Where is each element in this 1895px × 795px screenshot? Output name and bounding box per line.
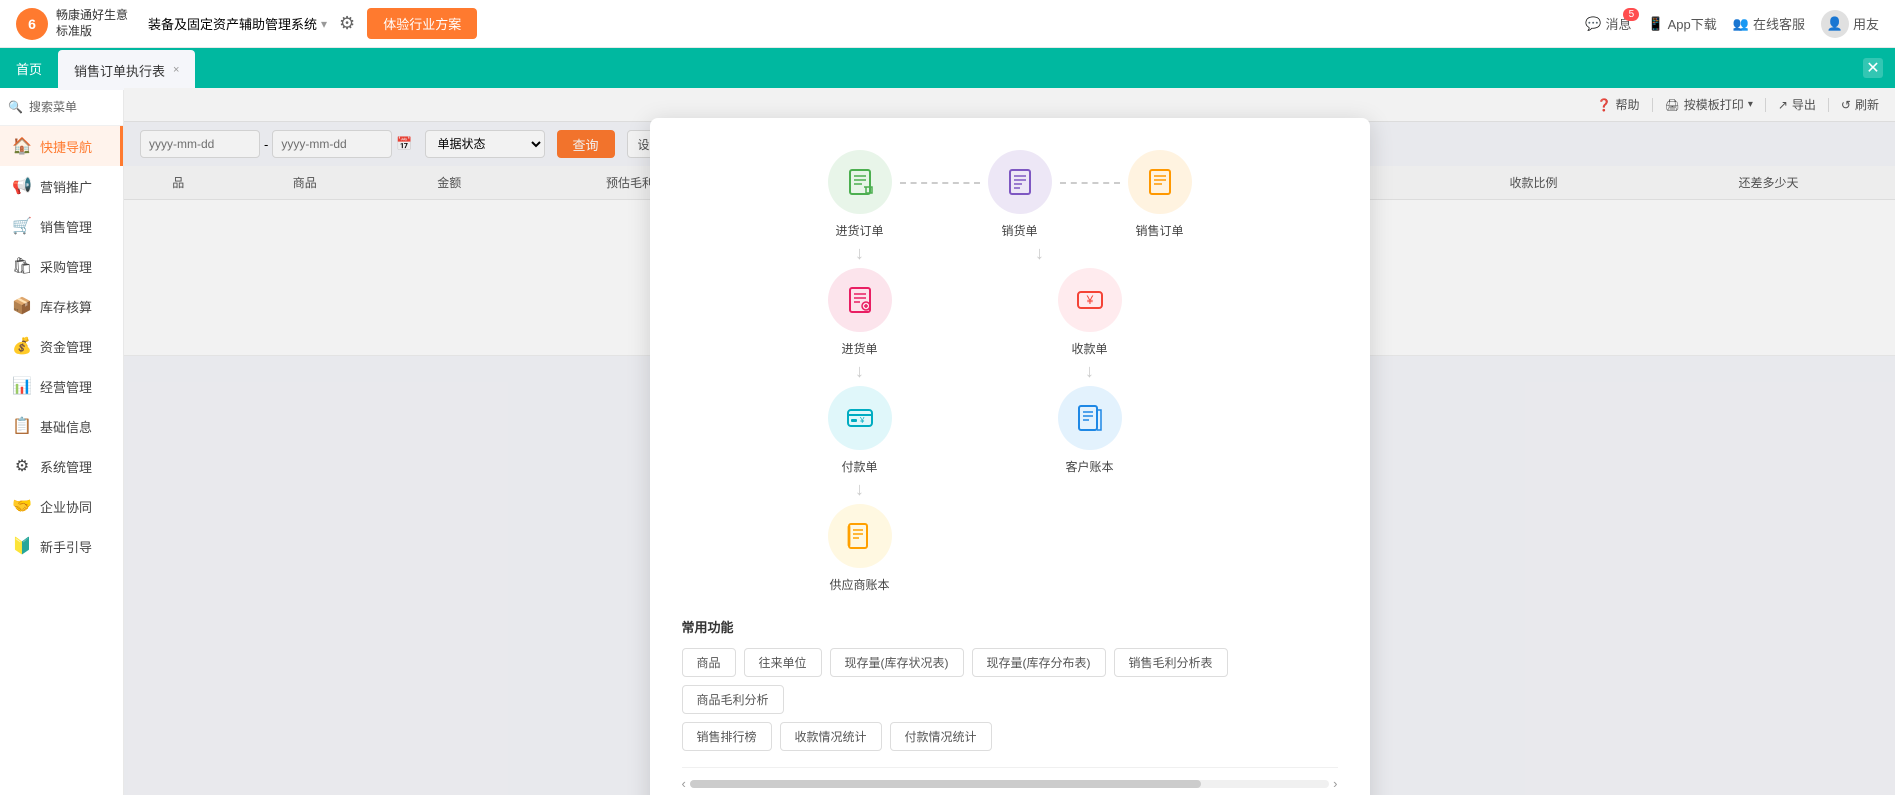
dashed-arrow-2	[1060, 182, 1120, 184]
message-icon: 💬	[1585, 16, 1601, 32]
scroll-hint: ‹ ›	[682, 767, 1338, 791]
tab-sales-order[interactable]: 销售订单执行表 ×	[58, 50, 195, 90]
arrow-down-4: ↓	[1035, 243, 1044, 264]
arrow-down-3: ↓	[855, 479, 864, 500]
purchase-bill-circle	[828, 268, 892, 332]
func-btn-stock-dist[interactable]: 现存量(库存分布表)	[972, 648, 1106, 677]
sidebar-item-quick-nav[interactable]: 🏠 快捷导航	[0, 126, 123, 166]
func-btn-receipt-stats[interactable]: 收款情况统计	[780, 722, 882, 751]
purchase-order-circle	[828, 150, 892, 214]
scroll-left-icon[interactable]: ‹	[682, 776, 686, 791]
modal-overlay[interactable]: 进货订单 ↓ 进货单 ↓	[124, 88, 1895, 795]
func-btn-stock-status[interactable]: 现存量(库存状况表)	[830, 648, 964, 677]
sidebar: 🔍 搜索菜单 🏠 快捷导航 📢 营销推广 🛒 销售管理 🛍 采购管理 📦 库存核…	[0, 88, 124, 795]
message-action[interactable]: 💬 消息 5	[1585, 14, 1631, 33]
header-right: 💬 消息 5 📱 App下载 👥 在线客服 👤 用友	[1585, 10, 1879, 38]
inventory-icon: 📦	[12, 296, 32, 316]
sidebar-item-newbie[interactable]: 🔰 新手引导	[0, 526, 123, 566]
payment-circle: ¥	[828, 386, 892, 450]
common-funcs-title: 常用功能	[682, 617, 1338, 636]
sidebar-search[interactable]: 🔍 搜索菜单	[0, 88, 123, 126]
quick-nav-icon: 🏠	[12, 136, 32, 156]
svg-text:¥: ¥	[859, 416, 865, 425]
system-icon: ⚙	[12, 456, 32, 476]
flow-item-purchase-order[interactable]: 进货订单	[820, 150, 900, 239]
scroll-bar-inner	[690, 780, 1201, 788]
supplier-ledger-circle	[828, 504, 892, 568]
basic-info-icon: 📋	[12, 416, 32, 436]
online-service-action[interactable]: 👥 在线客服	[1733, 14, 1805, 33]
dashed-arrow-1	[900, 182, 980, 184]
finance-icon: 💰	[12, 336, 32, 356]
app-download-action[interactable]: 📱 App下载	[1647, 14, 1716, 33]
arrow-down-5: ↓	[1085, 361, 1094, 382]
flow-item-sales-order[interactable]: 销售订单	[1120, 150, 1200, 239]
arrow-down-2: ↓	[855, 361, 864, 382]
func-buttons-row2: 销售排行榜 收款情况统计 付款情况统计	[682, 722, 1338, 751]
user-area[interactable]: 👤 用友	[1821, 10, 1879, 38]
marketing-icon: 📢	[12, 176, 32, 196]
sidebar-item-inventory[interactable]: 📦 库存核算	[0, 286, 123, 326]
try-btn[interactable]: 体验行业方案	[367, 8, 477, 39]
sidebar-item-system[interactable]: ⚙ 系统管理	[0, 446, 123, 486]
sidebar-item-marketing[interactable]: 📢 营销推广	[0, 166, 123, 206]
arrow-down-1: ↓	[855, 243, 864, 264]
sidebar-item-sales[interactable]: 🛒 销售管理	[0, 206, 123, 246]
customer-ledger-circle	[1058, 386, 1122, 450]
brand-text: 畅康通好生意 标准版	[56, 8, 128, 39]
sales-bill-circle	[988, 150, 1052, 214]
sidebar-item-purchase[interactable]: 🛍 采购管理	[0, 246, 123, 286]
nav-tabs: 首页 销售订单执行表 × ✕	[0, 48, 1895, 88]
scroll-right-icon[interactable]: ›	[1333, 776, 1337, 791]
sidebar-item-finance[interactable]: 💰 资金管理	[0, 326, 123, 366]
app-download-icon: 📱	[1647, 16, 1663, 32]
close-all-tabs-button[interactable]: ✕	[1863, 58, 1883, 78]
tab-home[interactable]: 首页	[0, 48, 58, 88]
settings-icon[interactable]: ⚙	[339, 13, 355, 34]
flow-item-purchase-bill[interactable]: 进货单	[820, 268, 900, 357]
search-icon: 🔍	[8, 100, 23, 114]
svg-text:¥: ¥	[1085, 293, 1093, 307]
func-btn-sales-rank[interactable]: 销售排行榜	[682, 722, 772, 751]
flow-item-receipt[interactable]: ¥ 收款单	[1050, 268, 1130, 357]
system-title: 装备及固定资产辅助管理系统	[148, 14, 317, 33]
logo-area: 6 畅康通好生意 标准版	[16, 8, 136, 40]
operations-icon: 📊	[12, 376, 32, 396]
sidebar-item-basic-info[interactable]: 📋 基础信息	[0, 406, 123, 446]
content-area: ❓ 帮助 🖨 按模板打印 ▾ ↗ 导出 ↺ 刷新	[124, 88, 1895, 795]
online-service-icon: 👥	[1733, 16, 1749, 32]
func-buttons-row1: 商品 往来单位 现存量(库存状况表) 现存量(库存分布表) 销售毛利分析表 商品…	[682, 648, 1338, 714]
func-btn-product[interactable]: 商品	[682, 648, 736, 677]
func-btn-payment-stats[interactable]: 付款情况统计	[890, 722, 992, 751]
scroll-bar[interactable]	[690, 780, 1329, 788]
flow-item-customer-ledger[interactable]: 客户账本	[1050, 386, 1130, 475]
dropdown-arrow-icon: ▾	[321, 17, 327, 31]
sales-icon: 🛒	[12, 216, 32, 236]
newbie-icon: 🔰	[12, 536, 32, 556]
message-badge: 5	[1623, 8, 1639, 21]
user-avatar: 👤	[1821, 10, 1849, 38]
func-btn-partner[interactable]: 往来单位	[744, 648, 822, 677]
func-btn-sales-gross[interactable]: 销售毛利分析表	[1114, 648, 1228, 677]
flow-item-payment[interactable]: ¥ 付款单	[820, 386, 900, 475]
top-header: 6 畅康通好生意 标准版 装备及固定资产辅助管理系统 ▾ ⚙ 体验行业方案 💬 …	[0, 0, 1895, 48]
sidebar-item-operations[interactable]: 📊 经营管理	[0, 366, 123, 406]
purchase-icon: 🛍	[12, 256, 32, 276]
enterprise-icon: 🤝	[12, 496, 32, 516]
quick-nav-modal: 进货订单 ↓ 进货单 ↓	[650, 118, 1370, 795]
sales-order-circle	[1128, 150, 1192, 214]
func-btn-product-gross[interactable]: 商品毛利分析	[682, 685, 784, 714]
receipt-circle: ¥	[1058, 268, 1122, 332]
tab-close-icon[interactable]: ×	[173, 64, 179, 76]
common-funcs: 常用功能 商品 往来单位 现存量(库存状况表) 现存量(库存分布表) 销售毛利分…	[682, 617, 1338, 751]
sidebar-item-enterprise[interactable]: 🤝 企业协同	[0, 486, 123, 526]
flow-diagram: 进货订单 ↓ 进货单 ↓	[682, 150, 1338, 593]
flow-item-supplier-ledger[interactable]: 供应商账本	[820, 504, 900, 593]
main-layout: 🔍 搜索菜单 🏠 快捷导航 📢 营销推广 🛒 销售管理 🛍 采购管理 📦 库存核…	[0, 88, 1895, 795]
system-title-dropdown[interactable]: 装备及固定资产辅助管理系统 ▾	[148, 14, 327, 33]
logo-icon: 6	[16, 8, 48, 40]
flow-item-sales-bill[interactable]: 销货单	[980, 150, 1060, 239]
